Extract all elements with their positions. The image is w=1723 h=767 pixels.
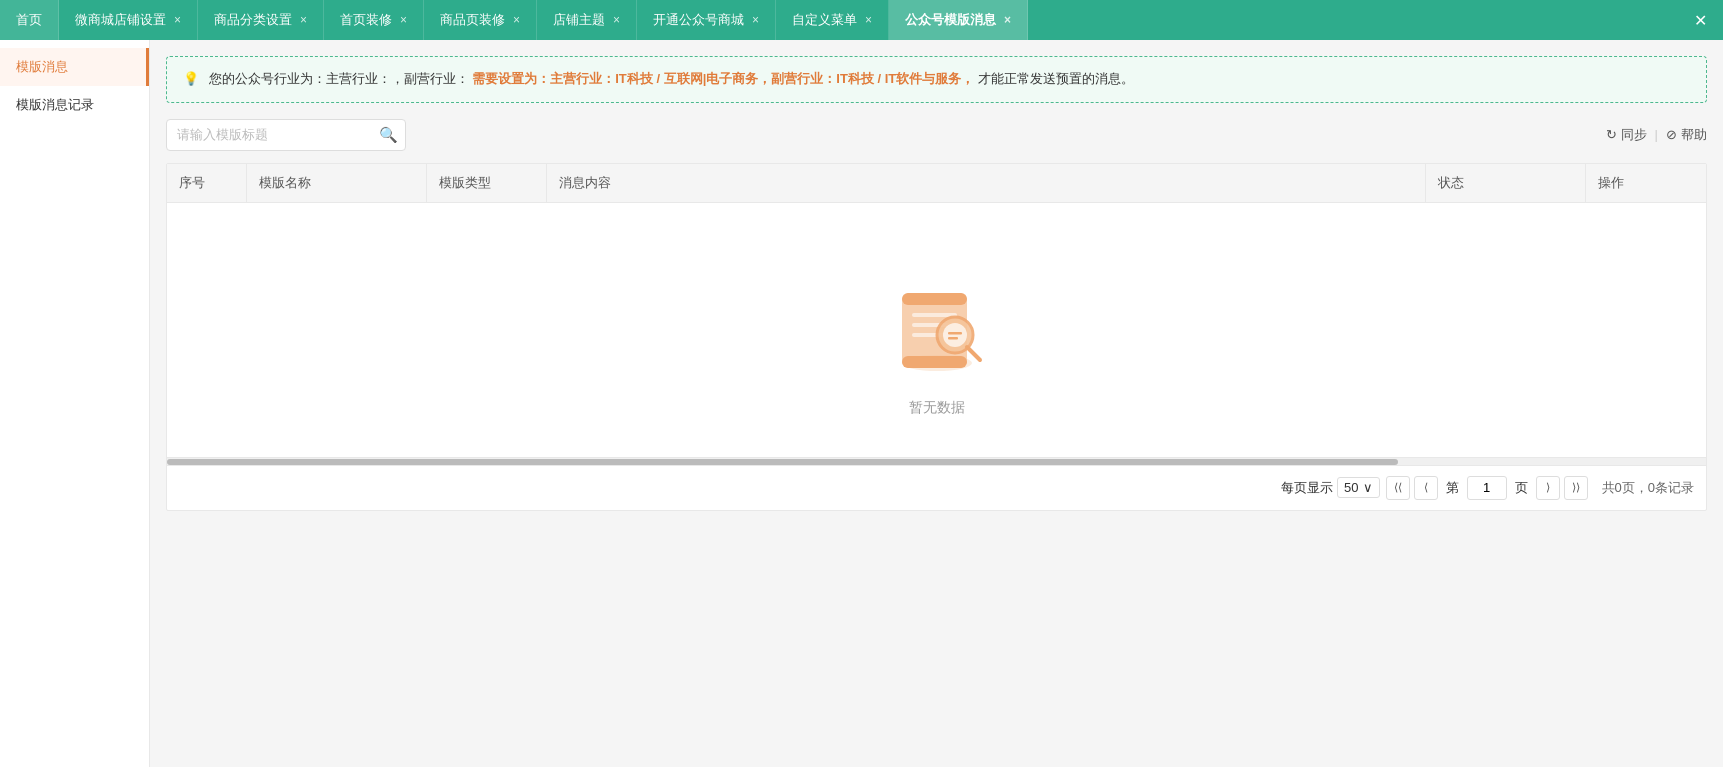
content-area: 💡 您的公众号行业为：主营行业：，副营行业： 需要设置为：主营行业：IT科技 /… (150, 40, 1723, 767)
table-wrapper: 序号 模版名称 模版类型 消息内容 状态 操作 (166, 163, 1707, 511)
svg-point-8 (943, 323, 967, 347)
scrollbar[interactable] (167, 457, 1706, 465)
notice-box: 💡 您的公众号行业为：主营行业：，副营行业： 需要设置为：主营行业：IT科技 /… (166, 56, 1707, 103)
page-size-dropdown[interactable]: 50 ∨ (1337, 477, 1379, 498)
next-page-button[interactable]: ⟩ (1536, 476, 1560, 500)
sidebar: 模版消息 模版消息记录 (0, 40, 150, 767)
close-product-decoration[interactable]: × (513, 13, 520, 27)
tab-product-category[interactable]: 商品分类设置 × (198, 0, 324, 40)
tab-template-msg[interactable]: 公众号模版消息 × (889, 0, 1028, 40)
divider: | (1655, 127, 1658, 142)
table-header: 序号 模版名称 模版类型 消息内容 状态 操作 (167, 164, 1706, 203)
main-layout: 模版消息 模版消息记录 💡 您的公众号行业为：主营行业：，副营行业： 需要设置为… (0, 40, 1723, 767)
tab-custom-menu[interactable]: 自定义菜单 × (776, 0, 889, 40)
empty-illustration (877, 263, 997, 383)
tab-home-decoration[interactable]: 首页装修 × (324, 0, 424, 40)
prev-page-button[interactable]: ⟨ (1414, 476, 1438, 500)
svg-rect-10 (948, 332, 962, 335)
svg-rect-2 (902, 293, 967, 305)
search-button[interactable]: 🔍 (379, 126, 398, 144)
notice-highlight: 需要设置为：主营行业：IT科技 / 互联网|电子商务，副营行业：IT科技 / I… (472, 71, 974, 86)
th-status: 状态 (1426, 164, 1586, 202)
tab-home[interactable]: 首页 (0, 0, 59, 40)
help-button[interactable]: ⊘ 帮助 (1666, 126, 1707, 144)
tab-wechat-shop[interactable]: 微商城店铺设置 × (59, 0, 198, 40)
first-page-button[interactable]: ⟨⟨ (1386, 476, 1410, 500)
lightbulb-icon: 💡 (183, 71, 199, 86)
page-navigation: ⟨⟨ ⟨ 第 页 ⟩ ⟩⟩ (1386, 476, 1588, 500)
search-input[interactable] (166, 119, 406, 151)
th-index: 序号 (167, 164, 247, 202)
close-open-mall[interactable]: × (752, 13, 759, 27)
th-type: 模版类型 (427, 164, 547, 202)
page-size-label: 每页显示 (1281, 479, 1333, 497)
page-unit: 页 (1515, 479, 1528, 497)
svg-line-9 (967, 347, 980, 360)
toolbar-right: ↻ 同步 | ⊘ 帮助 (1606, 126, 1707, 144)
svg-rect-11 (948, 337, 958, 340)
th-action: 操作 (1586, 164, 1706, 202)
tab-product-decoration[interactable]: 商品页装修 × (424, 0, 537, 40)
empty-state: 暂无数据 (167, 203, 1706, 457)
close-wechat-shop[interactable]: × (174, 13, 181, 27)
search-bar: 🔍 ↻ 同步 | ⊘ 帮助 (166, 119, 1707, 151)
close-template-msg[interactable]: × (1004, 13, 1011, 27)
th-content: 消息内容 (547, 164, 1426, 202)
page-input[interactable] (1467, 476, 1507, 500)
notice-prefix: 您的公众号行业为：主营行业：，副营行业： (209, 71, 469, 86)
close-product-category[interactable]: × (300, 13, 307, 27)
pagination: 每页显示 50 ∨ ⟨⟨ ⟨ 第 页 ⟩ ⟩⟩ 共0页，0条记录 (167, 465, 1706, 510)
page-size-value: 50 (1344, 480, 1358, 495)
last-page-button[interactable]: ⟩⟩ (1564, 476, 1588, 500)
th-name: 模版名称 (247, 164, 427, 202)
page-size-select: 每页显示 50 ∨ (1281, 477, 1379, 498)
search-input-wrap: 🔍 (166, 119, 406, 151)
tab-shop-theme[interactable]: 店铺主题 × (537, 0, 637, 40)
close-custom-menu[interactable]: × (865, 13, 872, 27)
sync-button[interactable]: ↻ 同步 (1606, 126, 1647, 144)
page-label: 第 (1446, 479, 1459, 497)
sync-label: 同步 (1621, 126, 1647, 144)
help-label: 帮助 (1681, 126, 1707, 144)
scroll-thumb[interactable] (167, 459, 1398, 465)
sidebar-item-template-record[interactable]: 模版消息记录 (0, 86, 149, 124)
tab-open-mall[interactable]: 开通公众号商城 × (637, 0, 776, 40)
global-close-button[interactable]: ✕ (1678, 11, 1723, 30)
svg-rect-3 (902, 356, 967, 368)
tab-bar: 首页 微商城店铺设置 × 商品分类设置 × 首页装修 × 商品页装修 × 店铺主… (0, 0, 1723, 40)
notice-suffix: 才能正常发送预置的消息。 (978, 71, 1134, 86)
sync-icon: ↻ (1606, 127, 1617, 142)
sidebar-item-template-message[interactable]: 模版消息 (0, 48, 149, 86)
chevron-down-icon: ∨ (1363, 480, 1373, 495)
close-shop-theme[interactable]: × (613, 13, 620, 27)
page-total: 共0页，0条记录 (1602, 479, 1694, 497)
empty-text: 暂无数据 (909, 399, 965, 417)
close-home-decoration[interactable]: × (400, 13, 407, 27)
help-icon: ⊘ (1666, 127, 1677, 142)
